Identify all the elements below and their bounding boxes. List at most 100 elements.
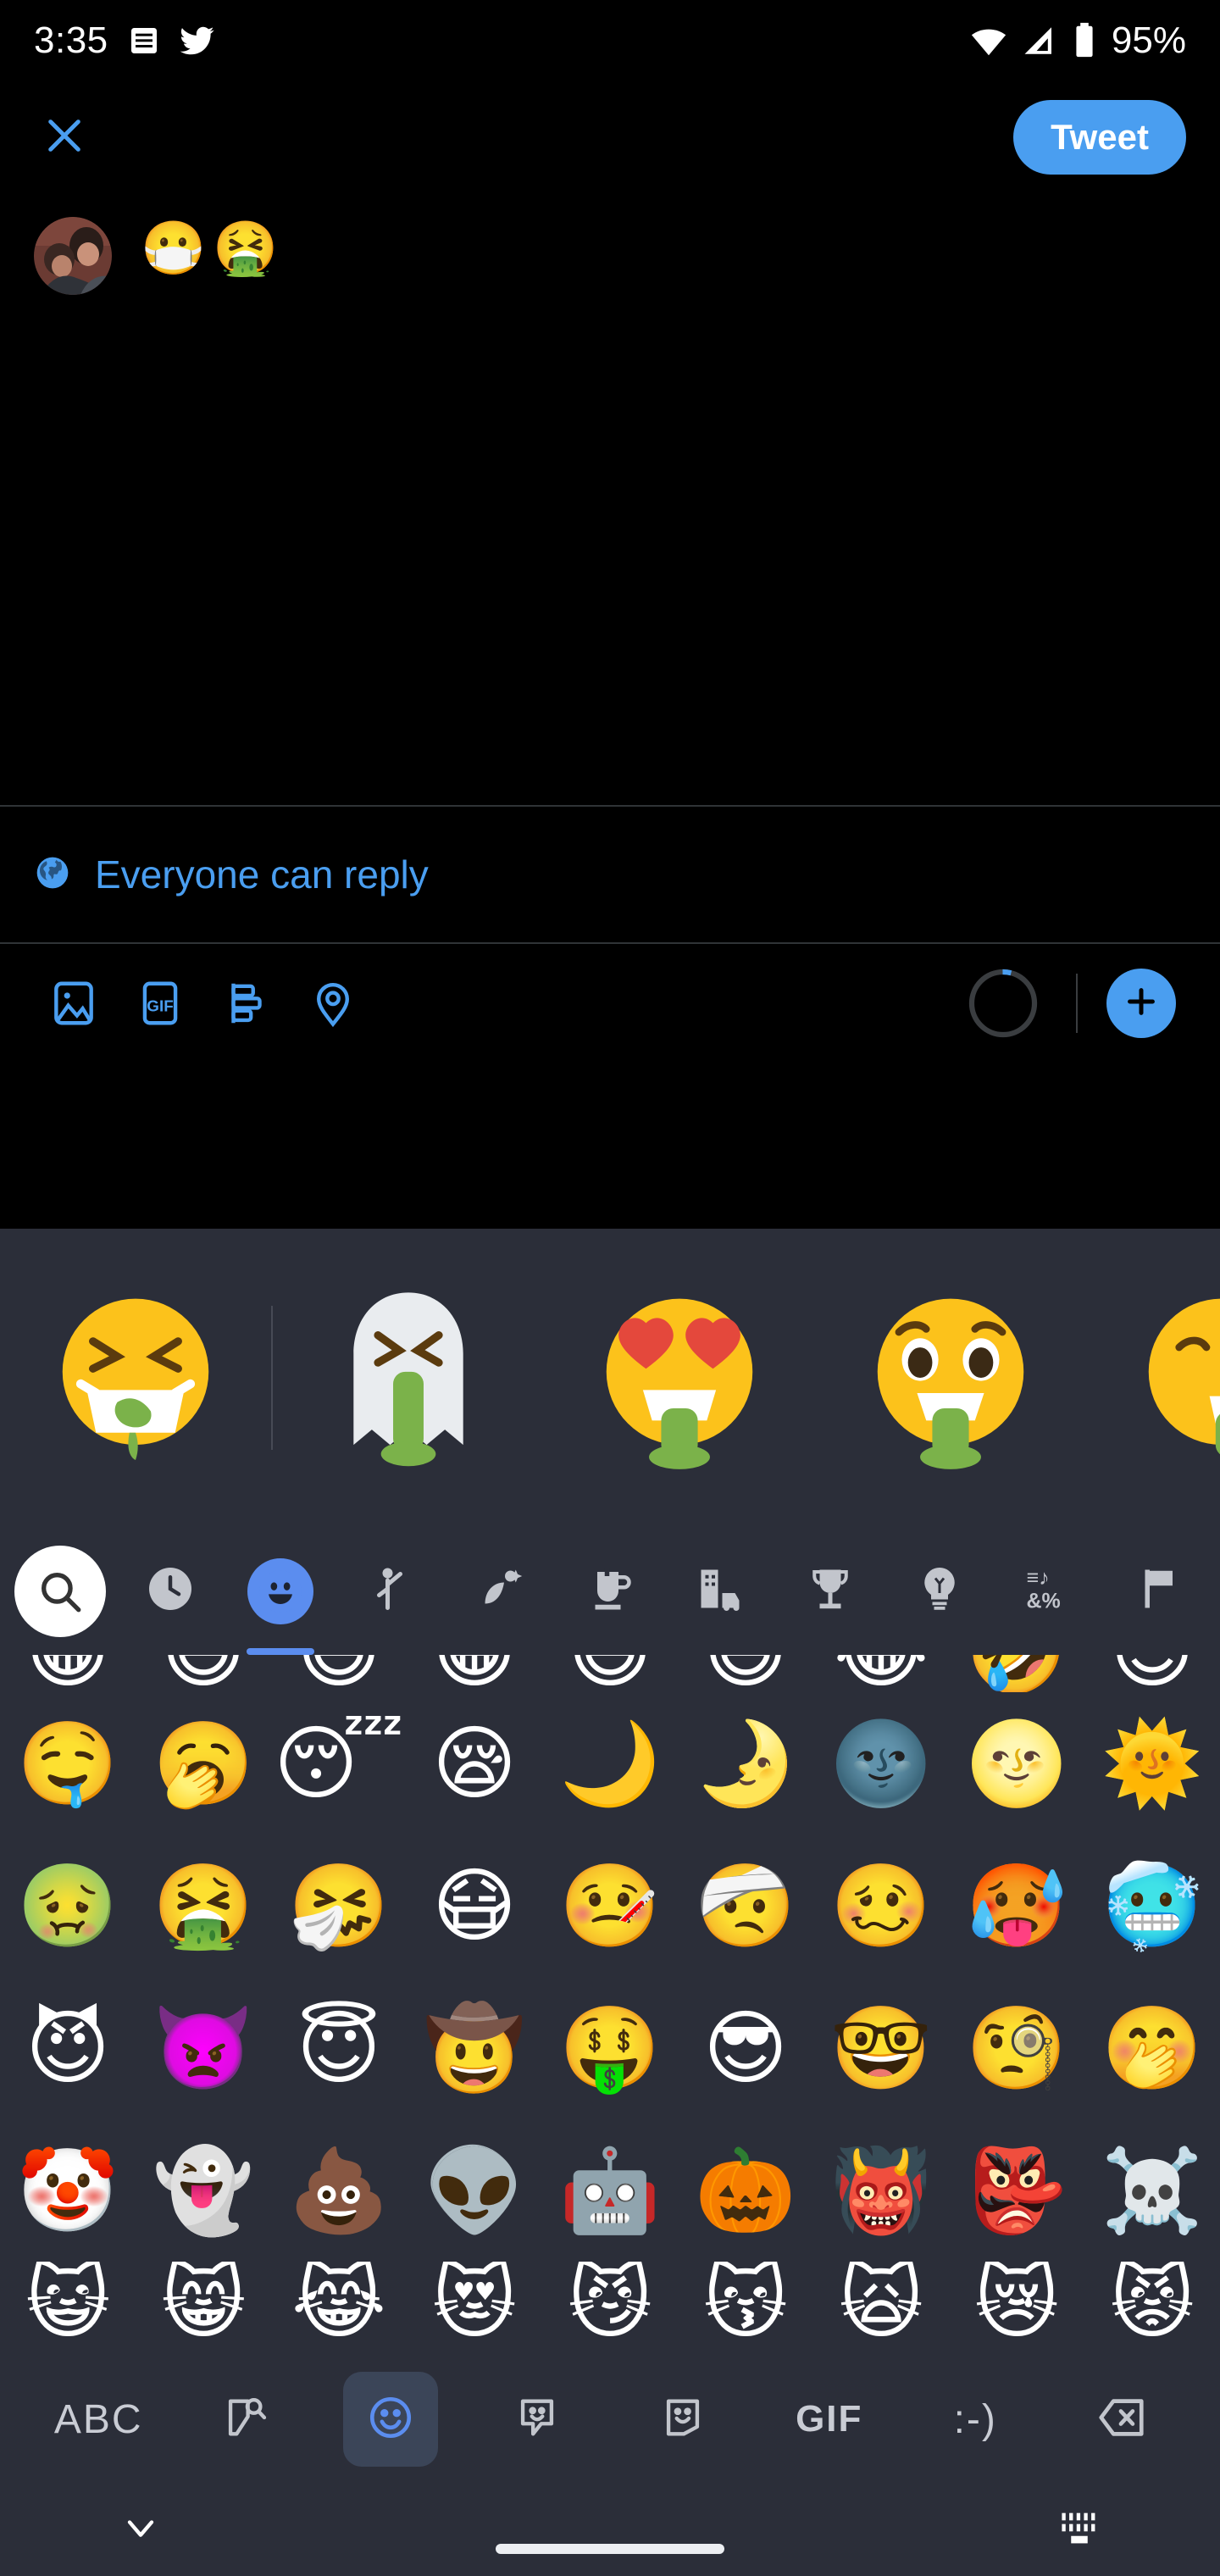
emoji-cell[interactable]: 😊 [1084,1655,1220,1692]
emoji-cell[interactable]: 😇 [271,2007,407,2089]
gif-icon[interactable]: GIF [117,960,203,1046]
tab-nature[interactable] [445,1528,555,1655]
emoji-row-sick[interactable]: 🤢 🤮 🤧 😷 🤒 🤕 🥴 🥵 🥶 [0,1835,1220,1977]
tab-people[interactable] [335,1528,445,1655]
emoji-row-cats[interactable]: 😺 😸 😹 😻 😼 😽 🙀 😿 😾 [0,2262,1220,2356]
emoji-cell[interactable]: 👽 [407,2150,542,2231]
emoji-cell[interactable]: 😿 [949,2262,1084,2343]
emoji-cell[interactable]: 😹 [271,2262,407,2343]
emoji-cell[interactable]: 🤕 [678,1865,813,1946]
emoji-cell[interactable]: 😈 [0,2007,136,2089]
emoji-cell[interactable]: 🧐 [949,2007,1084,2089]
emoji-cell[interactable]: 😸 [136,2262,271,2343]
emoji-cell[interactable]: 😷 [407,1865,542,1946]
emoji-cell[interactable]: 😎 [678,2007,813,2089]
emoji-cell[interactable]: 🙀 [813,2262,949,2343]
emoji-cell[interactable]: 🤤 [0,1723,136,1804]
emoji-cell[interactable]: 🎃 [678,2150,813,2231]
emoji-cell[interactable]: 😃 [136,1655,271,1692]
emoji-cell[interactable]: 😻 [407,2262,542,2343]
tab-objects[interactable] [885,1528,995,1655]
emoji-cell[interactable]: 🌚 [813,1723,949,1804]
tab-flags[interactable] [1105,1528,1215,1655]
tab-travel[interactable] [665,1528,775,1655]
emoji-cell[interactable]: 🤓 [813,2007,949,2089]
emoji-cell[interactable]: 🌝 [949,1723,1084,1804]
emoji-cell[interactable]: 🤣 [949,1655,1084,1692]
tab-food[interactable] [555,1528,665,1655]
tab-symbols[interactable]: ≡♪ &% [995,1528,1105,1655]
suggestion-vomit-mask[interactable] [0,1280,271,1475]
emoji-cell[interactable]: 😼 [542,2262,678,2343]
emoji-cell[interactable]: 🤖 [542,2150,678,2231]
suggestion-ghost-vomit[interactable] [273,1280,544,1475]
tab-activities[interactable] [775,1528,885,1655]
media-icon[interactable] [30,960,117,1046]
emoji-cell[interactable]: 💩 [271,2150,407,2231]
tweet-button[interactable]: Tweet [1013,100,1186,175]
emoji-cell[interactable]: 😴 [271,1723,407,1804]
emoji-cell[interactable]: 🤑 [542,2007,678,2089]
key-emoticon[interactable]: :-) [902,2356,1049,2483]
emoji-cell[interactable]: 👹 [813,2150,949,2231]
location-icon[interactable] [290,960,376,1046]
reply-setting-row[interactable]: Everyone can reply [0,807,1220,942]
switch-keyboard-button[interactable] [1057,2506,1101,2554]
key-sticker-search[interactable] [172,2356,319,2483]
key-gif[interactable]: GIF [757,2356,903,2483]
emoji-cell[interactable]: ☠️ [1084,2150,1220,2231]
key-emoji[interactable] [318,2356,464,2483]
emoji-cell[interactable]: 🌙 [542,1723,678,1804]
poll-icon[interactable] [203,960,290,1046]
close-button[interactable] [34,107,95,168]
emoji-row-sleepy[interactable]: 🤤 🥱 😴 😪 🌙 🌛 🌚 🌝 🌞 [0,1692,1220,1835]
emoji-cell[interactable]: 😾 [1084,2262,1220,2343]
emoji-cell[interactable]: 🥵 [949,1865,1084,1946]
emoji-cell[interactable]: 🥱 [136,1723,271,1804]
suggestion-sweat-vomit[interactable] [1086,1280,1220,1475]
emoji-cell[interactable]: 🤠 [407,2007,542,2089]
emoji-grid[interactable]: 😀 😃 😄 😁 😆 😅 😂 🤣 😊 🤤 🥱 😴 😪 🌙 🌛 🌚 🌝 🌞 🤢 🤮 [0,1655,1220,2356]
emoji-row-creatures[interactable]: 🤡 👻 💩 👽 🤖 🎃 👹 👺 ☠️ [0,2119,1220,2262]
avatar[interactable] [34,217,112,295]
emoji-cell[interactable]: 🤭 [1084,2007,1220,2089]
emoji-cell[interactable]: 😆 [542,1655,678,1692]
emoji-cell[interactable]: 🤡 [0,2150,136,2231]
suggestion-heart-eyes-vomit[interactable] [544,1280,815,1475]
key-abc[interactable]: ABC [25,2356,172,2483]
emoji-cell[interactable]: 👿 [136,2007,271,2089]
emoji-cell[interactable]: 😽 [678,2262,813,2343]
emoji-cell[interactable]: 😺 [0,2262,136,2343]
tab-search[interactable] [5,1528,115,1655]
key-backspace[interactable] [1049,2356,1195,2483]
emoji-cell[interactable]: 😅 [678,1655,813,1692]
hide-keyboard-button[interactable] [119,2506,163,2554]
emoji-row-faces[interactable]: 😈 👿 😇 🤠 🤑 😎 🤓 🧐 🤭 [0,1977,1220,2119]
emoji-cell[interactable]: 😂 [813,1655,949,1692]
home-indicator[interactable] [496,2544,724,2554]
emoji-cell[interactable]: 😀 [0,1655,136,1692]
tab-smileys[interactable] [225,1528,336,1655]
key-sticker[interactable] [464,2356,611,2483]
emoji-cell[interactable]: 👻 [136,2150,271,2231]
emoji-cell[interactable]: 😄 [271,1655,407,1692]
emoji-cell[interactable]: 🤒 [542,1865,678,1946]
tab-recent[interactable] [115,1528,225,1655]
emoji-cell[interactable]: 🌞 [1084,1723,1220,1804]
add-tweet-button[interactable] [1106,969,1176,1038]
emoji-cell[interactable]: 🤮 [136,1865,271,1946]
tweet-text[interactable]: 😷 🤮 [141,217,280,278]
emoji-cell[interactable]: 🥴 [813,1865,949,1946]
suggestion-pleading-vomit[interactable] [815,1280,1086,1475]
emoji-row-partial-top[interactable]: 😀 😃 😄 😁 😆 😅 😂 🤣 😊 [0,1655,1220,1692]
emoji-suggestion-strip[interactable] [0,1229,1220,1528]
emoji-cell[interactable]: 🤧 [271,1865,407,1946]
emoji-cell[interactable]: 😪 [407,1723,542,1804]
emoji-cell[interactable]: 🌛 [678,1723,813,1804]
emoji-cell[interactable]: 😁 [407,1655,542,1692]
emoji-cell[interactable]: 👺 [949,2150,1084,2231]
emoji-category-tabs[interactable]: ≡♪ &% [0,1528,1220,1655]
emoji-cell[interactable]: 🤢 [0,1865,136,1946]
key-emoji-kitchen[interactable] [610,2356,757,2483]
emoji-cell[interactable]: 🥶 [1084,1865,1220,1946]
